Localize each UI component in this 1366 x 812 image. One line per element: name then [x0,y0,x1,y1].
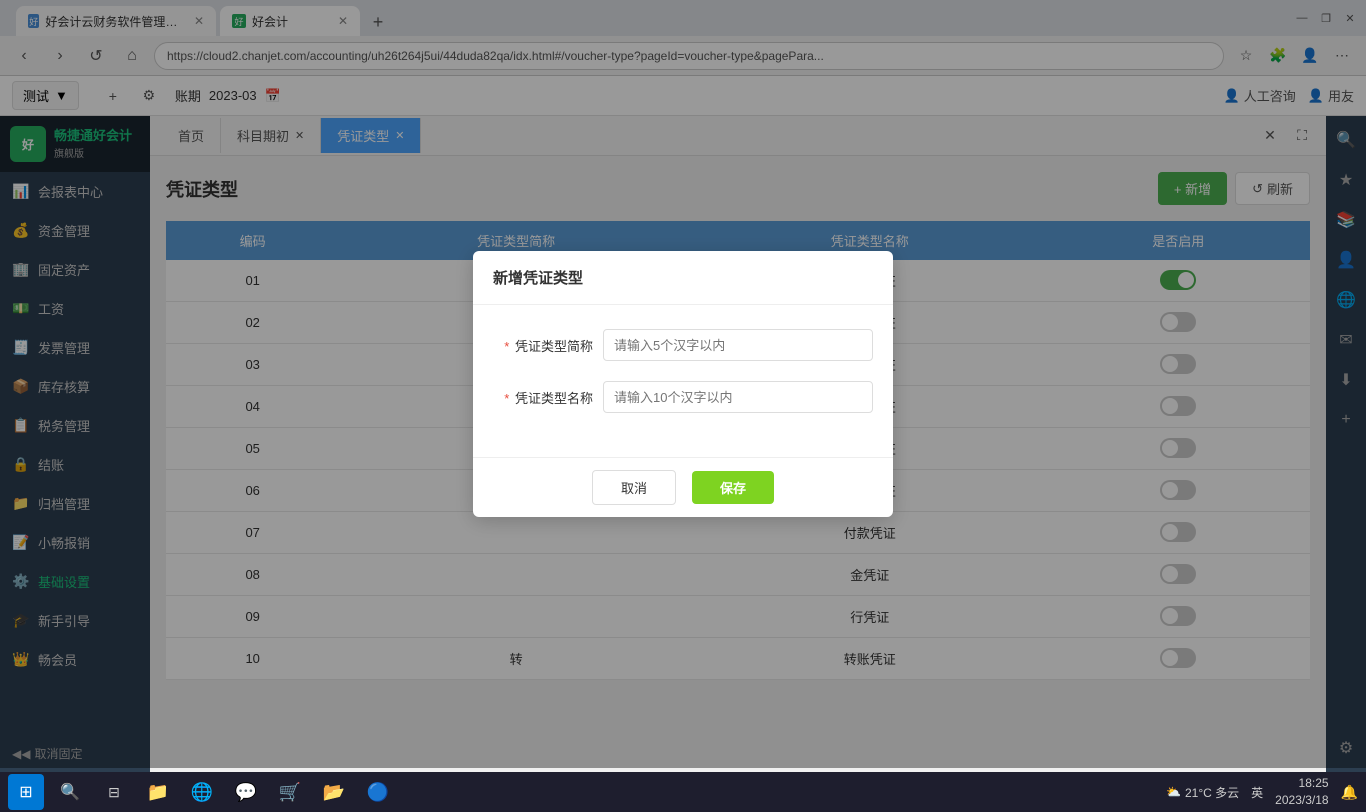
required-star-name: * [504,391,509,406]
taskbar-clock: 18:25 2023/3/18 [1275,775,1328,809]
modal-header: 新增凭证类型 [473,251,893,305]
modal-title: 新增凭证类型 [493,267,583,288]
taskbar-lang: 英 [1251,784,1263,801]
form-label-abbr: * 凭证类型简称 [493,336,593,355]
taskbar-files-button[interactable]: 📂 [316,774,352,810]
taskbar-right: ⛅ 21°C 多云 英 18:25 2023/3/18 🔔 [1166,775,1358,809]
form-row-name: * 凭证类型名称 [493,381,873,413]
required-star-abbr: * [504,339,509,354]
taskbar-date-display: 2023/3/18 [1275,792,1328,809]
taskbar-start-button[interactable]: ⊞ [8,774,44,810]
taskbar-edge-button[interactable]: 🔵 [360,774,396,810]
taskbar-search-button[interactable]: 🔍 [52,774,88,810]
input-abbr[interactable] [603,329,873,361]
taskbar-taskview-button[interactable]: ⊟ [96,774,132,810]
save-button[interactable]: 保存 [692,471,774,504]
taskbar-time-display: 18:25 [1275,775,1328,792]
weather-text: 21°C 多云 [1185,784,1239,801]
input-name[interactable] [603,381,873,413]
label-abbr-text: 凭证类型简称 [515,339,593,354]
label-name-text: 凭证类型名称 [515,391,593,406]
taskbar: ⊞ 🔍 ⊟ 📁 🌐 💬 🛒 📂 🔵 ⛅ 21°C 多云 英 18:25 2023… [0,772,1366,812]
form-row-abbr: * 凭证类型简称 [493,329,873,361]
taskbar-wechat-button[interactable]: 💬 [228,774,264,810]
weather-icon: ⛅ [1166,785,1181,799]
modal-box: 新增凭证类型 * 凭证类型简称 * 凭证类型名称 取消 保存 [473,251,893,517]
form-label-name: * 凭证类型名称 [493,388,593,407]
taskbar-chrome-button[interactable]: 🌐 [184,774,220,810]
cancel-button[interactable]: 取消 [592,470,676,505]
modal-overlay: 新增凭证类型 * 凭证类型简称 * 凭证类型名称 取消 保存 [0,0,1366,768]
modal-footer: 取消 保存 [473,457,893,517]
taskbar-explorer-button[interactable]: 📁 [140,774,176,810]
taskbar-store-button[interactable]: 🛒 [272,774,308,810]
modal-body: * 凭证类型简称 * 凭证类型名称 [473,305,893,457]
taskbar-weather: ⛅ 21°C 多云 [1166,784,1239,801]
taskbar-notification-button[interactable]: 🔔 [1341,784,1358,801]
